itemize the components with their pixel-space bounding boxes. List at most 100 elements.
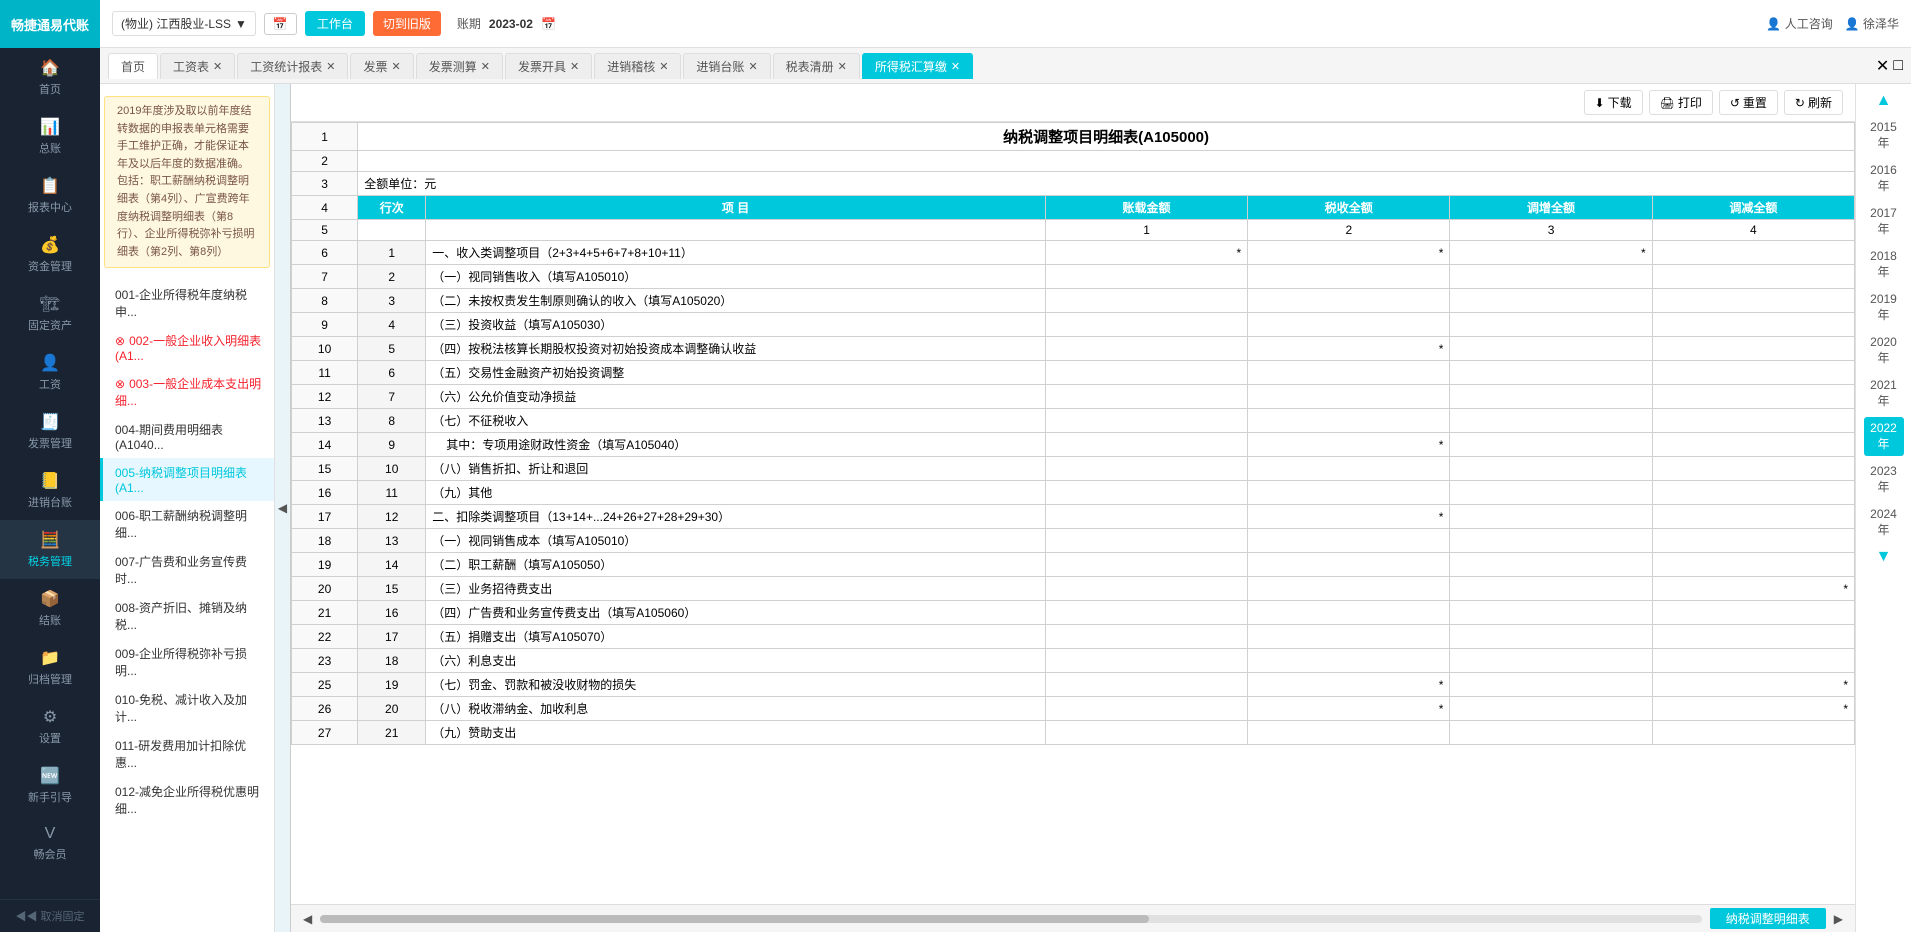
hangci-cell[interactable]: 2: [358, 265, 426, 289]
tab-restore[interactable]: □: [1893, 56, 1903, 76]
hangci-cell[interactable]: 20: [358, 697, 426, 721]
v1-cell[interactable]: [1045, 721, 1247, 745]
list-item-008[interactable]: 008-资产折旧、摊销及纳税...: [100, 593, 274, 639]
item-cell[interactable]: （七）罚金、罚款和被没收财物的损失: [426, 673, 1046, 697]
v3-cell[interactable]: [1450, 265, 1652, 289]
v2-cell[interactable]: *: [1248, 241, 1450, 265]
v4-cell[interactable]: [1652, 481, 1854, 505]
v4-cell[interactable]: [1652, 553, 1854, 577]
v3-cell[interactable]: [1450, 481, 1652, 505]
tab-invoice[interactable]: 发票 ✕: [350, 53, 413, 79]
item-cell[interactable]: （七）不征税收入: [426, 409, 1046, 433]
item-cell[interactable]: （五）捐赠支出（填写A105070）: [426, 625, 1046, 649]
list-item-012[interactable]: 012-减免企业所得税优惠明细...: [100, 777, 274, 823]
list-item-004[interactable]: 004-期间费用明细表(A1040...: [100, 415, 274, 458]
year-nav-up[interactable]: ▲: [1872, 88, 1896, 114]
v3-cell[interactable]: [1450, 529, 1652, 553]
sidebar-unpin[interactable]: ◀◀ 取消固定: [0, 899, 100, 932]
list-item-005[interactable]: 005-纳税调整项目明细表(A1...: [100, 458, 274, 501]
sidebar-item-ledger[interactable]: 📊 总账: [0, 107, 100, 166]
user-avatar[interactable]: 👤 徐泽华: [1845, 15, 1899, 32]
v2-cell[interactable]: [1248, 385, 1450, 409]
v1-cell[interactable]: *: [1045, 241, 1247, 265]
sidebar-item-close[interactable]: 📦 结账: [0, 579, 100, 638]
v4-cell[interactable]: [1652, 433, 1854, 457]
tab-invoice-issue[interactable]: 发票开具 ✕: [505, 53, 592, 79]
list-item-009[interactable]: 009-企业所得税弥补亏损明...: [100, 639, 274, 685]
item-cell[interactable]: （八）销售折扣、折让和退回: [426, 457, 1046, 481]
v1-cell[interactable]: [1045, 409, 1247, 433]
v2-cell[interactable]: *: [1248, 673, 1450, 697]
tab-tax-schedule[interactable]: 税表清册 ✕: [773, 53, 860, 79]
v2-cell[interactable]: [1248, 721, 1450, 745]
v1-cell[interactable]: [1045, 553, 1247, 577]
v3-cell[interactable]: [1450, 505, 1652, 529]
item-cell[interactable]: （九）其他: [426, 481, 1046, 505]
tab-sales-ledger-close[interactable]: ✕: [748, 60, 757, 73]
v3-cell[interactable]: [1450, 409, 1652, 433]
sidebar-item-vip[interactable]: V 畅会员: [0, 815, 100, 872]
v1-cell[interactable]: [1045, 505, 1247, 529]
v2-cell[interactable]: *: [1248, 433, 1450, 457]
list-item-006[interactable]: 006-职工薪酬纳税调整明细...: [100, 501, 274, 547]
hangci-cell[interactable]: 12: [358, 505, 426, 529]
v3-cell[interactable]: *: [1450, 241, 1652, 265]
item-cell[interactable]: （六）利息支出: [426, 649, 1046, 673]
v4-cell[interactable]: *: [1652, 697, 1854, 721]
v2-cell[interactable]: [1248, 265, 1450, 289]
item-cell[interactable]: （四）按税法核算长期股权投资对初始投资成本调整确认收益: [426, 337, 1046, 361]
item-cell[interactable]: （二）职工薪酬（填写A105050）: [426, 553, 1046, 577]
v4-cell[interactable]: [1652, 385, 1854, 409]
v2-cell[interactable]: [1248, 601, 1450, 625]
tab-home[interactable]: 首页: [108, 53, 158, 79]
v3-cell[interactable]: [1450, 625, 1652, 649]
v4-cell[interactable]: [1652, 265, 1854, 289]
tab-sales-audit[interactable]: 进销稽核 ✕: [594, 53, 681, 79]
v3-cell[interactable]: [1450, 673, 1652, 697]
hangci-cell[interactable]: 9: [358, 433, 426, 457]
v4-cell[interactable]: [1652, 721, 1854, 745]
list-item-011[interactable]: 011-研发费用加计扣除优惠...: [100, 731, 274, 777]
reset-btn[interactable]: ↺ 重置: [1719, 90, 1778, 115]
service-btn[interactable]: 👤 人工咨询: [1766, 15, 1832, 32]
calendar-btn[interactable]: 📅: [264, 13, 297, 35]
item-cell[interactable]: （三）业务招待费支出: [426, 577, 1046, 601]
v2-cell[interactable]: [1248, 553, 1450, 577]
v2-cell[interactable]: [1248, 481, 1450, 505]
item-cell[interactable]: （二）未按权责发生制原则确认的收入（填写A105020）: [426, 289, 1046, 313]
scroll-left-btn[interactable]: ◀: [303, 912, 312, 926]
v1-cell[interactable]: [1045, 601, 1247, 625]
v2-cell[interactable]: [1248, 409, 1450, 433]
sidebar-item-payroll[interactable]: 👤 工资: [0, 343, 100, 402]
v4-cell[interactable]: [1652, 529, 1854, 553]
v2-cell[interactable]: *: [1248, 697, 1450, 721]
list-item-003[interactable]: ⊗003-一般企业成本支出明细...: [100, 369, 274, 415]
tab-payroll-report-close[interactable]: ✕: [326, 60, 335, 73]
download-btn[interactable]: ⬇ 下载: [1584, 90, 1643, 115]
item-cell[interactable]: （一）视同销售收入（填写A105010）: [426, 265, 1046, 289]
tab-tax-schedule-close[interactable]: ✕: [838, 60, 847, 73]
v2-cell[interactable]: [1248, 625, 1450, 649]
year-2021[interactable]: 2021年: [1864, 374, 1904, 413]
sidebar-item-archive[interactable]: 📁 归档管理: [0, 638, 100, 697]
hangci-cell[interactable]: 14: [358, 553, 426, 577]
sidebar-item-settings[interactable]: ⚙ 设置: [0, 697, 100, 756]
sidebar-item-invoice[interactable]: 🧾 发票管理: [0, 402, 100, 461]
v4-cell[interactable]: [1652, 361, 1854, 385]
tab-income-tax[interactable]: 所得税汇算缴 ✕: [862, 53, 973, 79]
v3-cell[interactable]: [1450, 697, 1652, 721]
v1-cell[interactable]: [1045, 649, 1247, 673]
hangci-cell[interactable]: 8: [358, 409, 426, 433]
v2-cell[interactable]: *: [1248, 505, 1450, 529]
sheet-tab[interactable]: 纳税调整明细表: [1710, 908, 1826, 929]
year-2018[interactable]: 2018年: [1864, 245, 1904, 284]
v1-cell[interactable]: [1045, 337, 1247, 361]
v1-cell[interactable]: [1045, 265, 1247, 289]
item-cell[interactable]: （四）广告费和业务宣传费支出（填写A105060）: [426, 601, 1046, 625]
v2-cell[interactable]: [1248, 361, 1450, 385]
v4-cell[interactable]: [1652, 625, 1854, 649]
sidebar-item-home[interactable]: 🏠 首页: [0, 48, 100, 107]
hangci-cell[interactable]: 15: [358, 577, 426, 601]
item-cell[interactable]: （一）视同销售成本（填写A105010）: [426, 529, 1046, 553]
v4-cell[interactable]: *: [1652, 673, 1854, 697]
